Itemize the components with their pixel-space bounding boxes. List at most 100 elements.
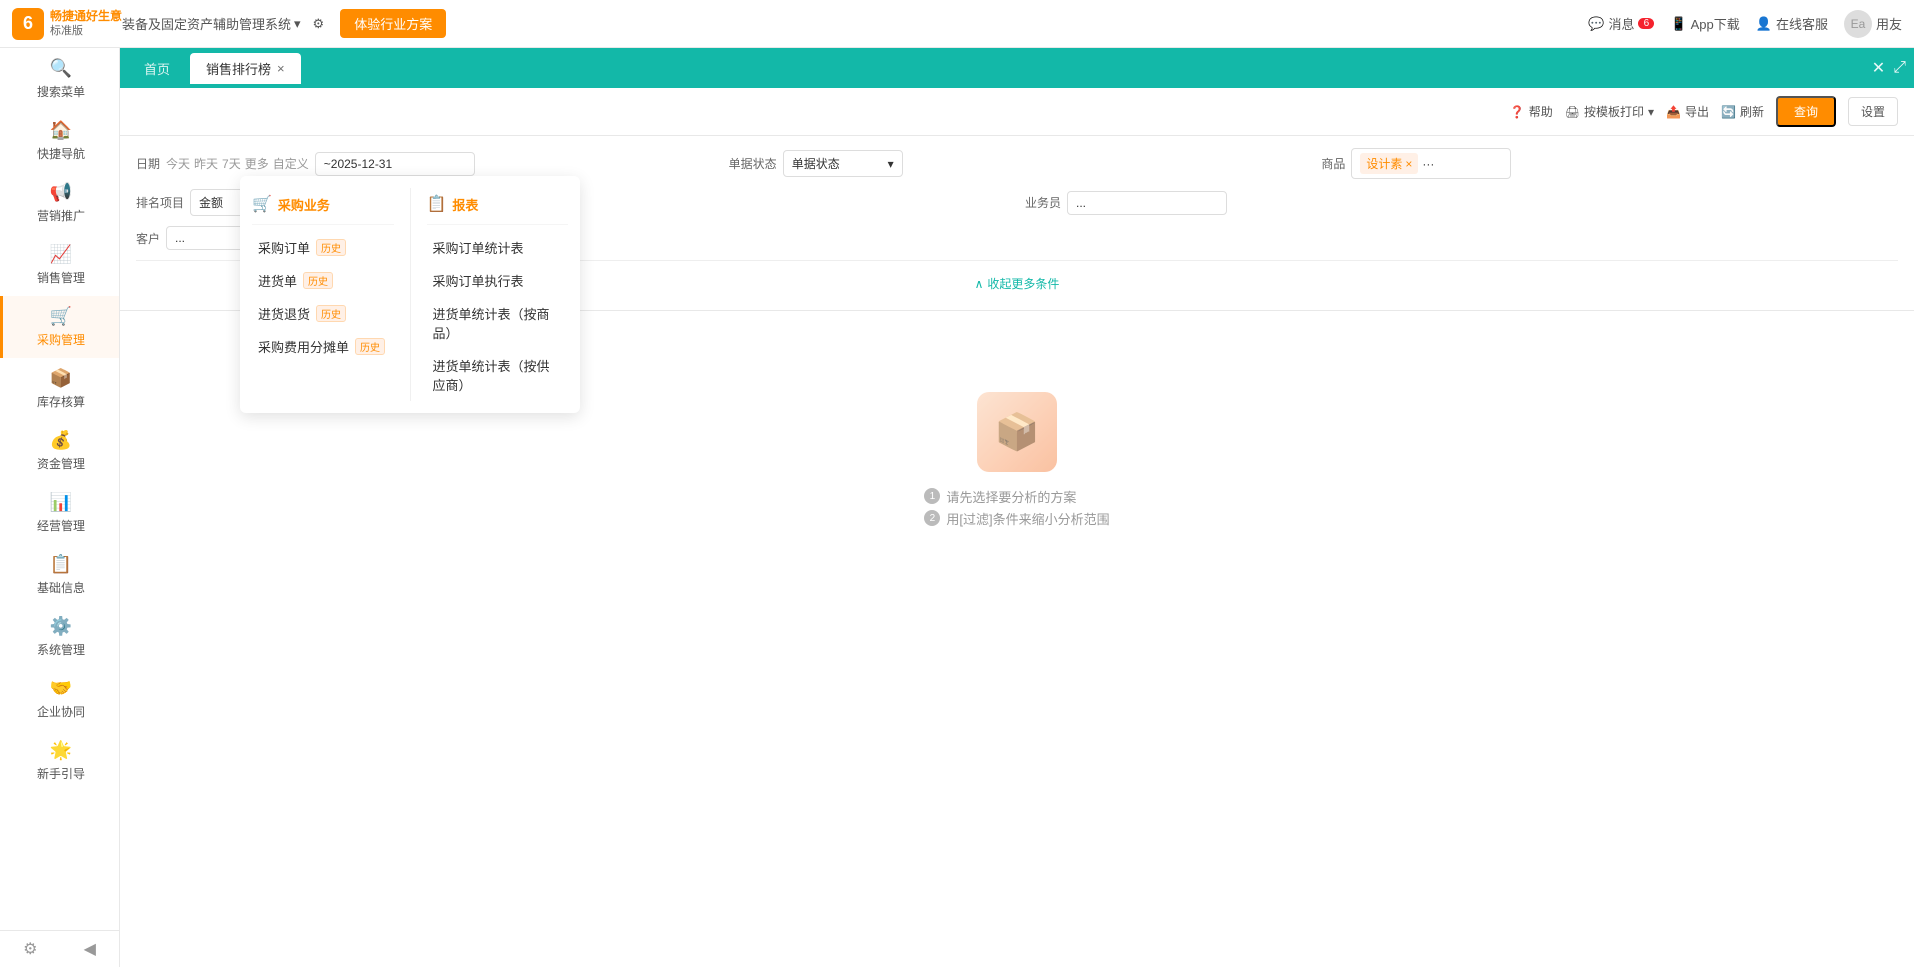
top-header: 6 畅捷通好生意 标准版 装备及固定资产辅助管理系统 ▾ ⚙ 体验行业方案 💬 … [0,0,1914,48]
query-btn[interactable]: 查询 [1776,96,1836,127]
dropdown-item-inbound[interactable]: 进货单 历史 [252,264,394,297]
dropdown-item-expense[interactable]: 采购费用分摊单 历史 [252,330,394,363]
dropdown-item-inbound-stats-supplier[interactable]: 进货单统计表（按供应商） [427,349,569,401]
doc-status-select[interactable]: 单据状态 ▾ [783,150,903,177]
history-badge-1: 历史 [303,272,333,289]
settings-icon[interactable]: ⚙ [313,16,325,32]
sidebar-item-inventory[interactable]: 📦 库存核算 [0,358,119,420]
sidebar-item-enterprise[interactable]: 🤝 企业协同 [0,668,119,730]
date-label: 日期 [136,155,160,172]
settings-page-btn[interactable]: 设置 [1848,97,1898,126]
sidebar: 🔍 搜索菜单 🏠 快捷导航 📢 营销推广 📈 销售管理 🛒 采购管理 📦 库存核… [0,48,120,967]
date-btn-yesterday[interactable]: 昨天 [194,155,218,172]
operations-icon: 📊 [50,492,72,513]
date-btn-7days[interactable]: 7天 [222,155,241,172]
filter-row-1: 日期 今天 昨天 7天 更多 自定义 ~2025-12-31 [136,148,1898,179]
page-content: ❓ 帮助 🖨 按模板打印 ▾ 📤 导出 🔄 刷新 查询 设置 [120,88,1914,967]
salesperson-input[interactable]: ... [1067,191,1227,215]
export-btn[interactable]: 📤 导出 [1666,103,1709,120]
marketing-icon: 📢 [50,182,72,203]
tab-sales-rank[interactable]: 销售排行榜 × [190,53,301,84]
industry-btn[interactable]: 体验行业方案 [340,9,446,38]
logo-icon: 6 [12,8,44,40]
logo-area: 6 畅捷通好生意 标准版 [12,8,122,40]
dropdown-item-return[interactable]: 进货退货 历史 [252,297,394,330]
chevron-down-icon: ▾ [294,16,301,32]
settings-bottom-btn[interactable]: ⚙ [23,939,37,959]
enterprise-icon: 🤝 [50,678,72,699]
filter-product: 商品 设计素 × ··· [1321,148,1898,179]
tab-home[interactable]: 首页 [128,53,186,84]
empty-step-1: 1 请先选择要分析的方案 [924,487,1109,506]
dropdown-columns: 🛒 采购业务 采购订单 历史 进货单 历史 进货退货 [240,188,580,401]
refresh-btn[interactable]: 🔄 刷新 [1721,103,1764,120]
phone-icon: 📱 [1670,16,1686,32]
sidebar-label-system: 系统管理 [37,641,85,658]
print-btn[interactable]: 🖨 按模板打印 ▾ [1565,103,1654,120]
filter-date: 日期 今天 昨天 7天 更多 自定义 ~2025-12-31 [136,152,713,176]
help-btn[interactable]: ❓ 帮助 [1510,103,1553,120]
collapse-sidebar-btn[interactable]: ◀ [84,939,96,959]
empty-icon: 📦 [977,392,1057,472]
date-range-input[interactable]: ~2025-12-31 [315,152,475,176]
date-btn-today[interactable]: 今天 [166,155,190,172]
sidebar-label-quicknav: 快捷导航 [37,145,85,162]
sidebar-label-basic: 基础信息 [37,579,85,596]
sidebar-label-enterprise: 企业协同 [37,703,85,720]
refresh-icon: 🔄 [1721,105,1736,119]
search-icon: 🔍 [50,58,72,79]
message-badge: 6 [1638,18,1654,29]
close-all-btn[interactable]: ✕ [1872,58,1885,78]
purchase-icon: 🛒 [50,306,72,327]
sidebar-label-marketing: 营销推广 [37,207,85,224]
tab-bar-actions: ✕ ⤢ [1872,58,1906,78]
date-btn-custom[interactable]: 自定义 [273,155,309,172]
print-icon: 🖨 [1565,105,1580,119]
sidebar-item-purchase[interactable]: 🛒 采购管理 [0,296,119,358]
sidebar-item-operations[interactable]: 📊 经营管理 [0,482,119,544]
sidebar-item-search[interactable]: 🔍 搜索菜单 [0,48,119,110]
history-badge-2: 历史 [316,305,346,322]
app-download-btn[interactable]: 📱 App下载 [1670,14,1739,33]
more-ellipsis[interactable]: ··· [1422,157,1434,171]
sidebar-item-finance[interactable]: 💰 资金管理 [0,420,119,482]
dropdown-item-order-exec[interactable]: 采购订单执行表 [427,264,569,297]
dropdown-item-order-stats[interactable]: 采购订单统计表 [427,231,569,264]
help-icon: ❓ [1510,105,1525,119]
empty-text: 1 请先选择要分析的方案 2 用[过滤]条件来缩小分析范围 [924,484,1109,531]
dropdown-item-purchase-order[interactable]: 采购订单 历史 [252,231,394,264]
tab-bar: 首页 销售排行榜 × ✕ ⤢ [120,48,1914,88]
export-icon: 📤 [1666,105,1681,119]
history-badge-0: 历史 [316,239,346,256]
service-icon: 👤 [1756,16,1772,32]
finance-icon: 💰 [50,430,72,451]
tab-close-icon[interactable]: × [277,61,285,76]
date-btn-more[interactable]: 更多 [245,155,269,172]
sidebar-item-quicknav[interactable]: 🏠 快捷导航 [0,110,119,172]
sidebar-item-newbie[interactable]: 🌟 新手引导 [0,730,119,792]
print-dropdown-icon: ▾ [1648,105,1654,119]
online-service-btn[interactable]: 👤 在线客服 [1756,14,1828,33]
product-input[interactable]: 设计素 × ··· [1351,148,1511,179]
filter-salesperson: 业务员 ... [1025,191,1898,215]
sidebar-item-system[interactable]: ⚙️ 系统管理 [0,606,119,668]
messages-btn[interactable]: 💬 消息 6 [1588,14,1654,33]
home-icon: 🏠 [50,120,72,141]
inventory-icon: 📦 [50,368,72,389]
user-btn[interactable]: Ea 用友 [1844,10,1902,38]
system-icon: ⚙️ [50,616,72,637]
report-col: 📋 报表 采购订单统计表 采购订单执行表 进货单统计表（按商品） [415,188,581,401]
system-dropdown[interactable]: 装备及固定资产辅助管理系统 ▾ [122,14,301,33]
filter-doc-status: 单据状态 单据状态 ▾ [729,150,1306,177]
brand-name: 畅捷通好生意 [50,9,122,25]
product-tag-remove[interactable]: × [1405,157,1412,171]
dropdown-item-inbound-stats-product[interactable]: 进货单统计表（按商品） [427,297,569,349]
newbie-icon: 🌟 [50,740,72,761]
expand-btn[interactable]: ⤢ [1893,59,1906,77]
logo-text: 畅捷通好生意 标准版 [50,9,122,39]
sidebar-item-basic[interactable]: 📋 基础信息 [0,544,119,606]
customer-label: 客户 [136,230,160,247]
sidebar-item-marketing[interactable]: 📢 营销推广 [0,172,119,234]
sidebar-item-sales[interactable]: 📈 销售管理 [0,234,119,296]
header-right: 💬 消息 6 📱 App下载 👤 在线客服 Ea 用友 [1588,10,1902,38]
